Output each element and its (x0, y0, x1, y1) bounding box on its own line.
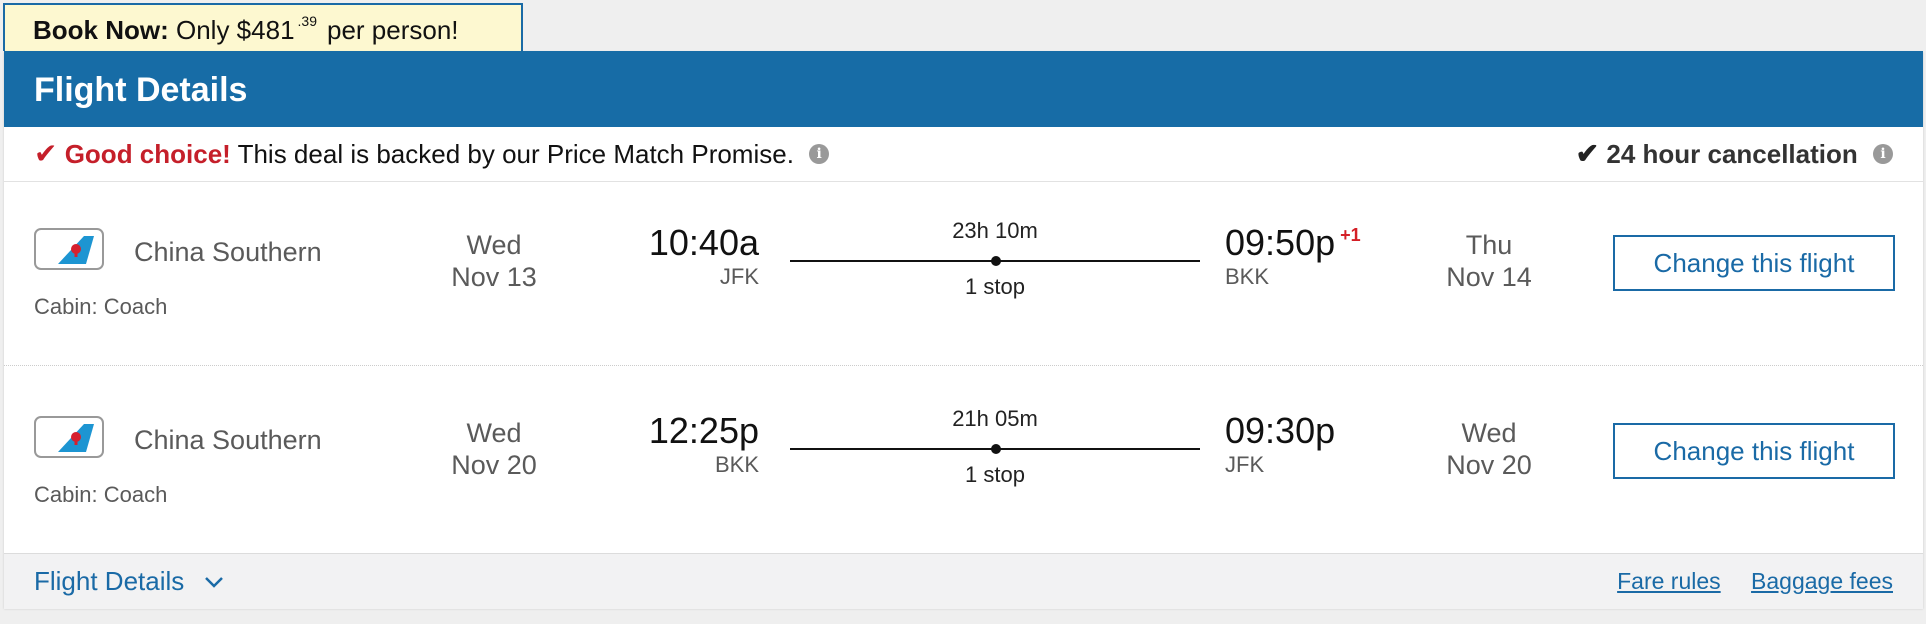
arrival-date: Thu Nov 14 (1419, 229, 1559, 293)
cabin-class: Cabin: Coach (34, 294, 168, 319)
price-cents: .39 (297, 13, 317, 29)
cancellation-notice: ✔ 24 hour cancellation i (1576, 127, 1893, 181)
price-match-message: This deal is backed by our Price Match P… (237, 139, 794, 169)
departure-date: Wed Nov 13 (424, 229, 564, 293)
stop-dot-icon (991, 256, 1001, 266)
stop-count: 1 stop (965, 274, 1025, 299)
card-footer: Flight Details Fare rules Baggage fees (4, 553, 1923, 609)
next-day-badge: +1 (1340, 225, 1361, 245)
info-icon[interactable]: i (809, 144, 830, 165)
good-choice-label: Good choice! (64, 139, 231, 169)
price-text: Only $481 (176, 15, 295, 45)
chevron-down-icon (204, 564, 224, 595)
arrival-time: 09:50p +1 (1225, 222, 1361, 264)
arrival-day: Thu (1465, 230, 1513, 260)
stop-dot-icon (991, 444, 1001, 454)
fare-rules-link[interactable]: Fare rules (1617, 568, 1721, 594)
flight-details-toggle[interactable]: Flight Details (34, 566, 224, 597)
arrival-time-text: 09:30p (1225, 410, 1336, 451)
change-flight-button[interactable]: Change this flight (1613, 235, 1895, 291)
info-icon[interactable]: i (1873, 144, 1893, 165)
flight-row: China Southern Cabin: Coach Wed Nov 13 1… (4, 182, 1923, 366)
departure-date-text: Nov 13 (451, 262, 537, 292)
price-suffix: per person! (327, 15, 459, 45)
arrival-date-text: Nov 14 (1446, 262, 1532, 292)
departure-day: Wed (466, 418, 522, 448)
baggage-fees-link[interactable]: Baggage fees (1751, 568, 1893, 594)
book-now-banner: Book Now: Only $481.39 per person! (3, 3, 523, 51)
departure-airport: JFK (719, 264, 759, 289)
arrival-airport: JFK (1225, 452, 1265, 477)
departure-airport: BKK (714, 452, 759, 477)
departure-day: Wed (466, 230, 522, 260)
departure-date-text: Nov 20 (451, 450, 537, 480)
china-southern-tail-icon (58, 236, 94, 264)
arrival-time: 09:30p (1225, 410, 1340, 452)
footer-links: Fare rules Baggage fees (1593, 568, 1893, 595)
arrival-time-text: 09:50p (1225, 222, 1336, 263)
china-southern-tail-icon (58, 424, 94, 452)
change-flight-button[interactable]: Change this flight (1613, 423, 1895, 479)
flight-row: China Southern Cabin: Coach Wed Nov 20 1… (4, 368, 1923, 551)
airline-name: China Southern (134, 237, 322, 267)
flight-details-card: Flight Details ✔ Good choice! This deal … (4, 51, 1923, 609)
airline-logo (34, 416, 104, 458)
price-match-notice: ✔ Good choice! This deal is backed by ou… (34, 127, 830, 181)
arrival-date: Wed Nov 20 (1419, 417, 1559, 481)
arrival-airport: BKK (1225, 264, 1270, 289)
airline-name: China Southern (134, 425, 322, 455)
card-title: Flight Details (4, 51, 1923, 127)
flight-duration: 21h 05m (952, 406, 1038, 431)
arrival-date-text: Nov 20 (1446, 450, 1532, 480)
book-now-label: Book Now: (33, 15, 169, 45)
cancellation-label: 24 hour cancellation (1606, 139, 1858, 169)
promo-bar: ✔ Good choice! This deal is backed by ou… (4, 127, 1923, 182)
stop-count: 1 stop (965, 462, 1025, 487)
departure-time: 10:40a (648, 222, 759, 263)
cabin-class: Cabin: Coach (34, 482, 168, 507)
check-icon: ✔ (1575, 138, 1600, 169)
airline-logo (34, 228, 104, 270)
flight-details-toggle-label: Flight Details (34, 566, 185, 596)
flight-duration: 23h 10m (952, 218, 1038, 243)
check-icon: ✔ (34, 138, 58, 169)
departure-time: 12:25p (648, 410, 759, 451)
departure-date: Wed Nov 20 (424, 417, 564, 481)
arrival-day: Wed (1461, 418, 1517, 448)
